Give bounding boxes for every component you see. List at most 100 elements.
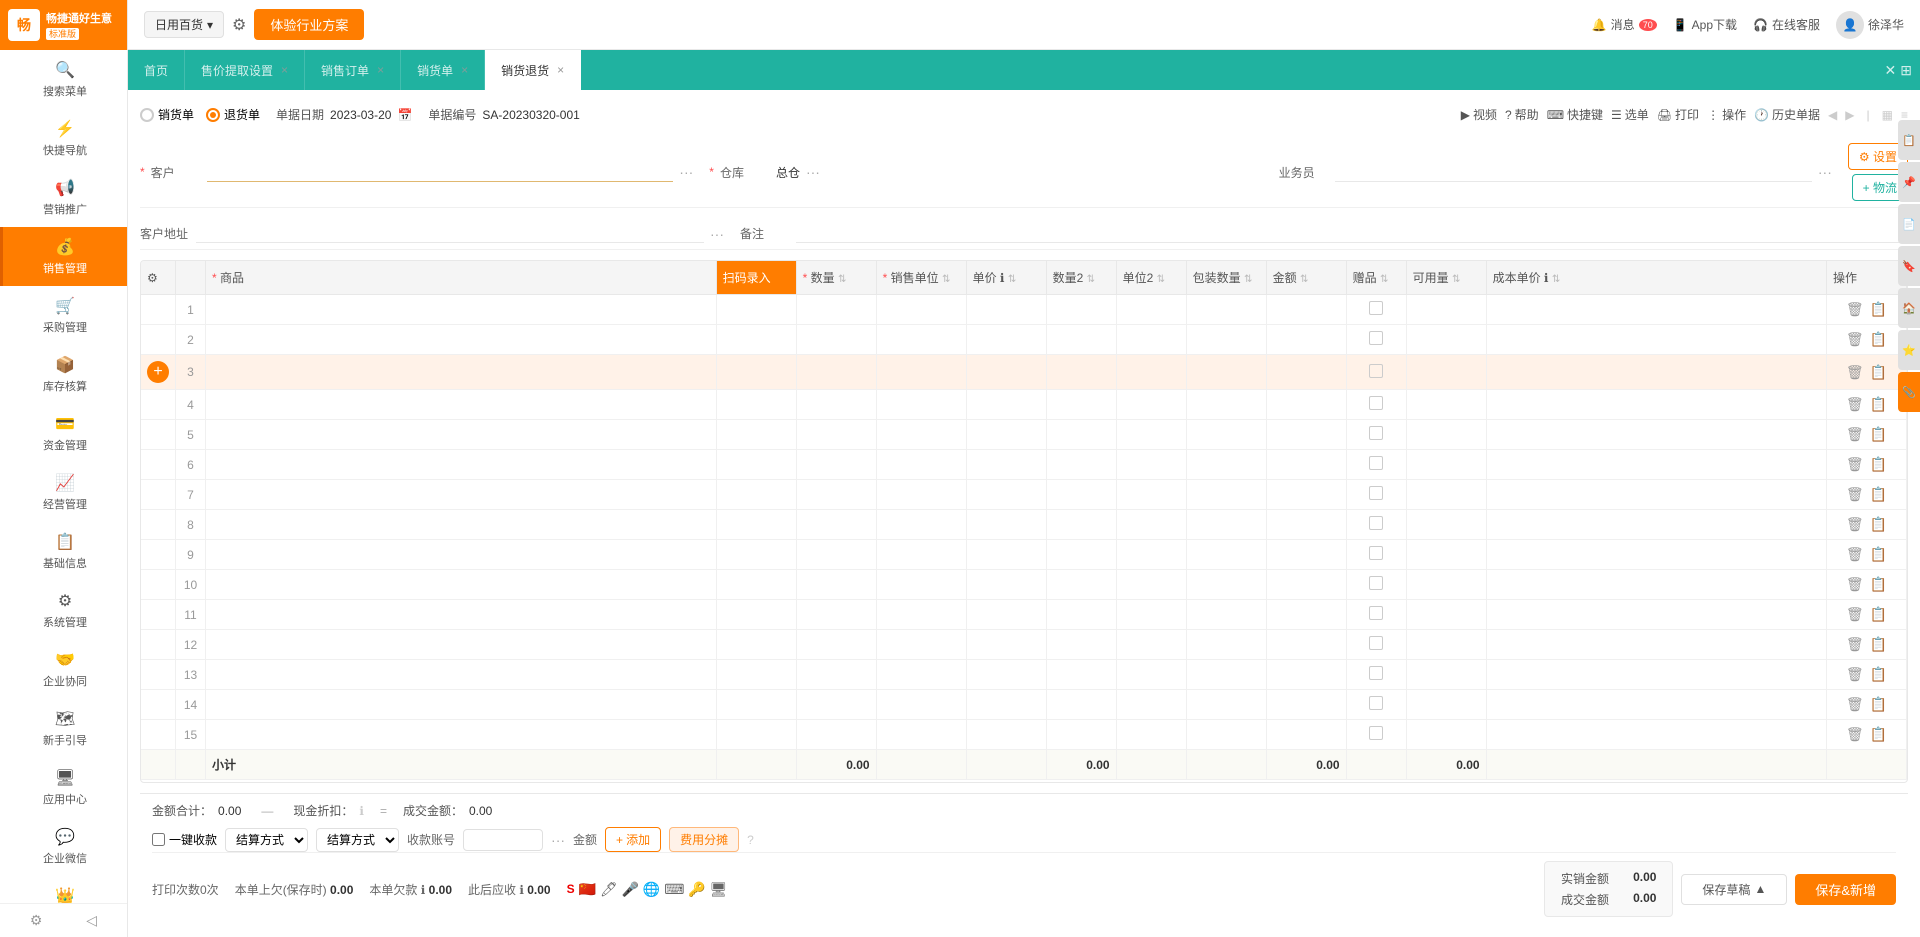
row-unit2-cell[interactable] (1116, 480, 1186, 510)
help-btn[interactable]: ? 帮助 (1505, 106, 1539, 123)
gift-checkbox[interactable] (1369, 726, 1383, 740)
row-gift-cell[interactable] (1346, 390, 1406, 420)
gift-checkbox[interactable] (1369, 546, 1383, 560)
gift-checkbox[interactable] (1369, 666, 1383, 680)
row-qty-cell[interactable] (796, 510, 876, 540)
row-cost-cell[interactable] (1486, 390, 1826, 420)
right-panel-btn-7[interactable]: 📎 (1898, 372, 1920, 412)
row-qty2-cell[interactable] (1046, 540, 1116, 570)
save-new-btn[interactable]: 保存&新增 (1795, 874, 1896, 905)
row-packqty-cell[interactable] (1186, 295, 1266, 325)
sidebar-item-inventory[interactable]: 📦 库存核算 (0, 345, 127, 404)
row-unit-cell[interactable] (876, 510, 966, 540)
row-available-cell[interactable] (1406, 295, 1486, 325)
sidebar-item-enterprise[interactable]: 🤝 企业协同 (0, 640, 127, 699)
row-price-cell[interactable] (966, 295, 1046, 325)
row-goods-cell[interactable] (206, 450, 717, 480)
row-packqty-cell[interactable] (1186, 420, 1266, 450)
row-unit-cell[interactable] (876, 450, 966, 480)
row-cost-cell[interactable] (1486, 510, 1826, 540)
row-unit2-cell[interactable] (1116, 510, 1186, 540)
row-goods-cell[interactable] (206, 325, 717, 355)
row-price-cell[interactable] (966, 510, 1046, 540)
gift-checkbox[interactable] (1369, 331, 1383, 345)
staff-picker-btn[interactable]: ··· (1818, 164, 1832, 180)
sidebar-collapse-btn[interactable]: ◁ (86, 912, 97, 929)
row-available-cell[interactable] (1406, 510, 1486, 540)
row-unit2-cell[interactable] (1116, 690, 1186, 720)
tab-close-price-setting[interactable]: × (281, 63, 288, 77)
row-gift-cell[interactable] (1346, 600, 1406, 630)
shortcut-btn[interactable]: ⌨ 快捷键 (1547, 106, 1603, 123)
row-available-cell[interactable] (1406, 570, 1486, 600)
add-row-btn[interactable]: + (147, 361, 169, 383)
sidebar-item-basic[interactable]: 📋 基础信息 (0, 522, 127, 581)
row-goods-cell[interactable] (206, 690, 717, 720)
gift-checkbox[interactable] (1369, 636, 1383, 650)
row-gift-cell[interactable] (1346, 510, 1406, 540)
row-delete-btn[interactable]: 🗑 (1846, 516, 1864, 533)
row-unit-cell[interactable] (876, 325, 966, 355)
row-delete-btn[interactable]: 🗑 (1846, 456, 1864, 473)
row-price-cell[interactable] (966, 540, 1046, 570)
row-packqty-cell[interactable] (1186, 600, 1266, 630)
app-download-btn[interactable]: 📱 App下载 (1673, 16, 1737, 33)
row-copy-btn[interactable]: 📋 (1870, 636, 1887, 653)
row-unit-cell[interactable] (876, 720, 966, 750)
row-available-cell[interactable] (1406, 540, 1486, 570)
topbar-settings-btn[interactable]: ⚙ (232, 15, 246, 35)
row-amount-cell[interactable] (1266, 690, 1346, 720)
row-qty-cell[interactable] (796, 450, 876, 480)
row-cost-cell[interactable] (1486, 325, 1826, 355)
row-packqty-cell[interactable] (1186, 630, 1266, 660)
gift-checkbox[interactable] (1369, 516, 1383, 530)
sidebar-item-operation[interactable]: 📈 经营管理 (0, 463, 127, 522)
row-available-cell[interactable] (1406, 355, 1486, 390)
row-copy-btn[interactable]: 📋 (1870, 301, 1887, 318)
row-price-cell[interactable] (966, 480, 1046, 510)
one-click-pay-checkbox[interactable]: 一键收款 (152, 831, 217, 848)
row-price-cell[interactable] (966, 630, 1046, 660)
tab-home[interactable]: 首页 (128, 50, 185, 90)
row-goods-cell[interactable] (206, 570, 717, 600)
sidebar-item-member[interactable]: 👑 畅会员 (0, 876, 127, 903)
row-copy-btn[interactable]: 📋 (1870, 486, 1887, 503)
row-copy-btn[interactable]: 📋 (1870, 331, 1887, 348)
row-price-cell[interactable] (966, 390, 1046, 420)
close-all-tabs-btn[interactable]: ✕ (1885, 62, 1897, 79)
row-amount-cell[interactable] (1266, 600, 1346, 630)
row-qty2-cell[interactable] (1046, 355, 1116, 390)
add-payment-btn[interactable]: + 添加 (605, 827, 661, 852)
row-goods-cell[interactable] (206, 510, 717, 540)
row-qty2-cell[interactable] (1046, 720, 1116, 750)
settlement-select[interactable]: 结算方式 (225, 828, 308, 852)
row-available-cell[interactable] (1406, 720, 1486, 750)
row-packqty-cell[interactable] (1186, 480, 1266, 510)
sidebar-item-finance[interactable]: 💳 资金管理 (0, 404, 127, 463)
row-qty-cell[interactable] (796, 600, 876, 630)
row-goods-cell[interactable] (206, 660, 717, 690)
row-amount-cell[interactable] (1266, 355, 1346, 390)
row-qty-cell[interactable] (796, 630, 876, 660)
row-delete-btn[interactable]: 🗑 (1846, 301, 1864, 318)
row-gift-cell[interactable] (1346, 540, 1406, 570)
sidebar-item-marketing[interactable]: 📢 营销推广 (0, 168, 127, 227)
tab-sales-return[interactable]: 销货退货× (485, 50, 581, 90)
row-cost-cell[interactable] (1486, 295, 1826, 325)
row-unit2-cell[interactable] (1116, 570, 1186, 600)
row-unit-cell[interactable] (876, 390, 966, 420)
row-goods-cell[interactable] (206, 600, 717, 630)
row-amount-cell[interactable] (1266, 295, 1346, 325)
row-unit2-cell[interactable] (1116, 420, 1186, 450)
row-cost-cell[interactable] (1486, 720, 1826, 750)
row-available-cell[interactable] (1406, 660, 1486, 690)
row-goods-cell[interactable] (206, 480, 717, 510)
tab-sales-order[interactable]: 销售订单× (305, 50, 401, 90)
row-amount-cell[interactable] (1266, 660, 1346, 690)
row-gift-cell[interactable] (1346, 450, 1406, 480)
row-qty2-cell[interactable] (1046, 450, 1116, 480)
radio-sale[interactable]: 销货单 (140, 106, 194, 123)
right-panel-btn-6[interactable]: ⭐ (1898, 330, 1920, 370)
gift-checkbox[interactable] (1369, 696, 1383, 710)
row-delete-btn[interactable]: 🗑 (1846, 726, 1864, 743)
